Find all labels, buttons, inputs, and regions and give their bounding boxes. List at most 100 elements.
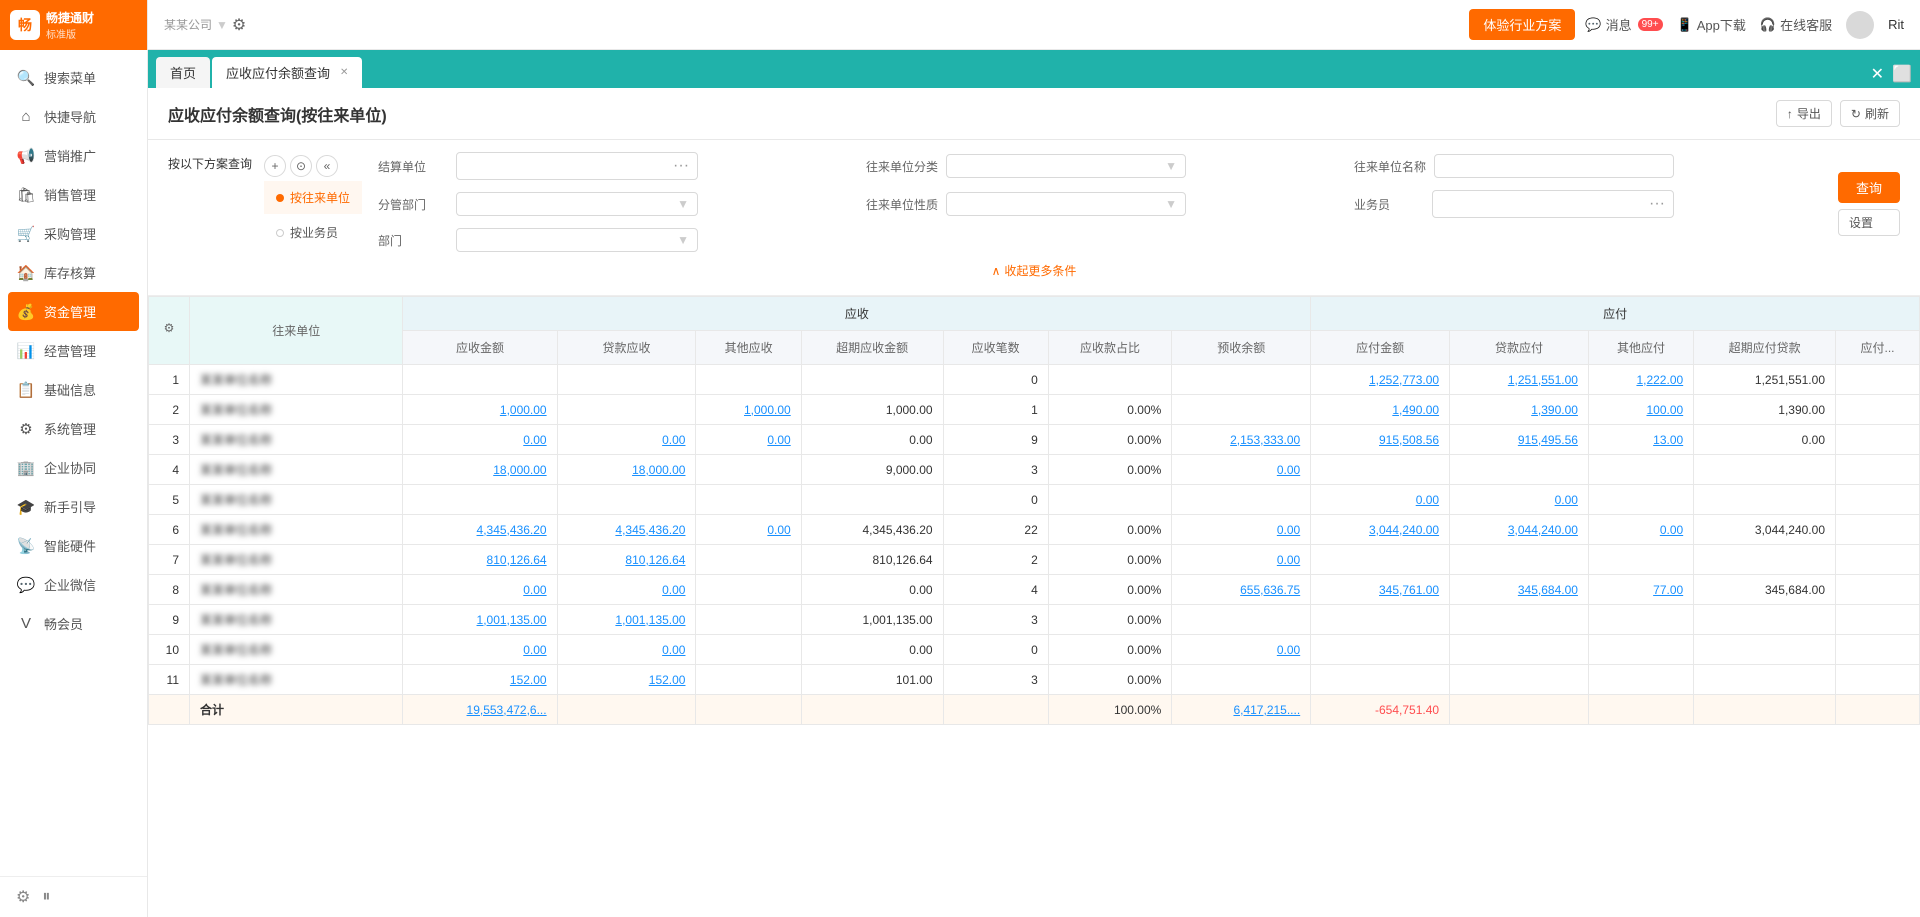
- ap-amount[interactable]: [1311, 665, 1450, 695]
- prepay[interactable]: [1172, 665, 1311, 695]
- ar-other[interactable]: [696, 575, 801, 605]
- ar-loan[interactable]: 0.00: [557, 575, 696, 605]
- ar-amount[interactable]: 18,000.00: [403, 455, 557, 485]
- sidebar-settings-icon[interactable]: ⚙: [16, 887, 30, 907]
- ar-loan[interactable]: 4,345,436.20: [557, 515, 696, 545]
- prepay[interactable]: [1172, 605, 1311, 635]
- sidebar-item-hardware[interactable]: 📡 智能硬件: [0, 526, 147, 565]
- ar-other[interactable]: [696, 635, 801, 665]
- ar-loan[interactable]: 0.00: [557, 425, 696, 455]
- ap-loan[interactable]: 1,251,551.00: [1450, 365, 1589, 395]
- tab-ar-ap[interactable]: 应收应付余额查询 ✕: [212, 57, 362, 88]
- ar-loan[interactable]: 1,001,135.00: [557, 605, 696, 635]
- ap-amount[interactable]: 1,252,773.00: [1311, 365, 1450, 395]
- export-button[interactable]: ↑ 导出: [1776, 100, 1832, 127]
- tab-maximize-icon[interactable]: ⬜: [1892, 64, 1912, 84]
- sidebar-collapse-icon[interactable]: ⏸: [42, 888, 50, 906]
- online-service-button[interactable]: 🎧 在线客服: [1760, 15, 1832, 34]
- salesman-input[interactable]: ···: [1432, 190, 1674, 218]
- ap-amount[interactable]: [1311, 605, 1450, 635]
- ap-other[interactable]: 77.00: [1588, 575, 1693, 605]
- delete-scheme-button[interactable]: «: [316, 155, 338, 177]
- scheme-by-unit[interactable]: 按往来单位: [264, 181, 362, 214]
- ap-amount[interactable]: 915,508.56: [1311, 425, 1450, 455]
- ap-other[interactable]: [1588, 635, 1693, 665]
- ap-amount[interactable]: 3,044,240.00: [1311, 515, 1450, 545]
- ap-amount[interactable]: 345,761.00: [1311, 575, 1450, 605]
- ar-other[interactable]: [696, 605, 801, 635]
- ap-other[interactable]: [1588, 605, 1693, 635]
- header-gear-icon[interactable]: ⚙: [232, 15, 246, 35]
- sidebar-item-marketing[interactable]: 📢 营销推广: [0, 136, 147, 175]
- ar-other[interactable]: [696, 365, 801, 395]
- message-button[interactable]: 💬 消息 99+: [1585, 15, 1662, 34]
- ar-amount[interactable]: 152.00: [403, 665, 557, 695]
- ar-loan[interactable]: 810,126.64: [557, 545, 696, 575]
- sidebar-item-vip[interactable]: V 畅会员: [0, 604, 147, 643]
- ar-other[interactable]: [696, 485, 801, 515]
- ap-loan[interactable]: [1450, 605, 1589, 635]
- manage-dept-select[interactable]: ▼: [456, 192, 698, 216]
- ap-amount[interactable]: [1311, 455, 1450, 485]
- ap-loan[interactable]: [1450, 455, 1589, 485]
- prepay[interactable]: [1172, 365, 1311, 395]
- ar-loan[interactable]: [557, 365, 696, 395]
- ar-other[interactable]: 0.00: [696, 515, 801, 545]
- ap-other[interactable]: [1588, 545, 1693, 575]
- ar-other[interactable]: [696, 545, 801, 575]
- ar-amount[interactable]: 4,345,436.20: [403, 515, 557, 545]
- query-button[interactable]: 查询: [1838, 172, 1900, 203]
- sidebar-item-sales[interactable]: 🛍 销售管理: [0, 175, 147, 214]
- ar-amount[interactable]: [403, 365, 557, 395]
- collapse-filter-button[interactable]: ∧ 收起更多条件: [168, 262, 1900, 279]
- sidebar-item-system[interactable]: ⚙ 系统管理: [0, 409, 147, 448]
- tab-close-all-icon[interactable]: ✕: [1871, 64, 1884, 84]
- prepay[interactable]: 0.00: [1172, 455, 1311, 485]
- ap-amount[interactable]: 0.00: [1311, 485, 1450, 515]
- dept-select[interactable]: ▼: [456, 228, 698, 252]
- ar-loan[interactable]: 0.00: [557, 635, 696, 665]
- unit-nature-select[interactable]: ▼: [946, 192, 1186, 216]
- ar-other[interactable]: 0.00: [696, 425, 801, 455]
- unit-name-input[interactable]: [1434, 154, 1674, 178]
- ar-loan[interactable]: [557, 395, 696, 425]
- ar-amount[interactable]: 0.00: [403, 635, 557, 665]
- ap-amount[interactable]: [1311, 635, 1450, 665]
- ap-loan[interactable]: [1450, 665, 1589, 695]
- ap-loan[interactable]: 345,684.00: [1450, 575, 1589, 605]
- ap-loan[interactable]: 0.00: [1450, 485, 1589, 515]
- ar-loan[interactable]: 18,000.00: [557, 455, 696, 485]
- ar-loan[interactable]: 152.00: [557, 665, 696, 695]
- sidebar-item-purchase[interactable]: 🛒 采购管理: [0, 214, 147, 253]
- ar-other[interactable]: [696, 455, 801, 485]
- sidebar-item-search[interactable]: 🔍 搜索菜单: [0, 58, 147, 97]
- ap-other[interactable]: 0.00: [1588, 515, 1693, 545]
- sidebar-item-wechat[interactable]: 💬 企业微信: [0, 565, 147, 604]
- sidebar-item-quick[interactable]: ⌂ 快捷导航: [0, 97, 147, 136]
- ar-other[interactable]: 1,000.00: [696, 395, 801, 425]
- industry-solution-button[interactable]: 体验行业方案: [1469, 9, 1575, 40]
- user-avatar[interactable]: [1846, 11, 1874, 39]
- sidebar-item-inventory[interactable]: 🏠 库存核算: [0, 253, 147, 292]
- ap-loan[interactable]: 3,044,240.00: [1450, 515, 1589, 545]
- ar-amount[interactable]: 810,126.64: [403, 545, 557, 575]
- add-scheme-button[interactable]: +: [264, 155, 286, 177]
- ar-amount[interactable]: 0.00: [403, 575, 557, 605]
- sidebar-item-basic[interactable]: 📋 基础信息: [0, 370, 147, 409]
- ap-loan[interactable]: 915,495.56: [1450, 425, 1589, 455]
- footer-ar-total[interactable]: 19,553,472,6...: [403, 695, 557, 725]
- sidebar-item-operations[interactable]: 📊 经营管理: [0, 331, 147, 370]
- ap-other[interactable]: [1588, 485, 1693, 515]
- prepay[interactable]: [1172, 485, 1311, 515]
- sidebar-item-corp[interactable]: 🏢 企业协同: [0, 448, 147, 487]
- ap-amount[interactable]: [1311, 545, 1450, 575]
- table-settings-icon[interactable]: ⚙: [159, 321, 179, 341]
- ar-loan[interactable]: [557, 485, 696, 515]
- edit-scheme-button[interactable]: ⊙: [290, 155, 312, 177]
- ap-other[interactable]: [1588, 665, 1693, 695]
- setting-button[interactable]: 设置: [1838, 209, 1900, 236]
- prepay[interactable]: 0.00: [1172, 515, 1311, 545]
- prepay[interactable]: 2,153,333.00: [1172, 425, 1311, 455]
- ar-amount[interactable]: 0.00: [403, 425, 557, 455]
- ap-other[interactable]: 13.00: [1588, 425, 1693, 455]
